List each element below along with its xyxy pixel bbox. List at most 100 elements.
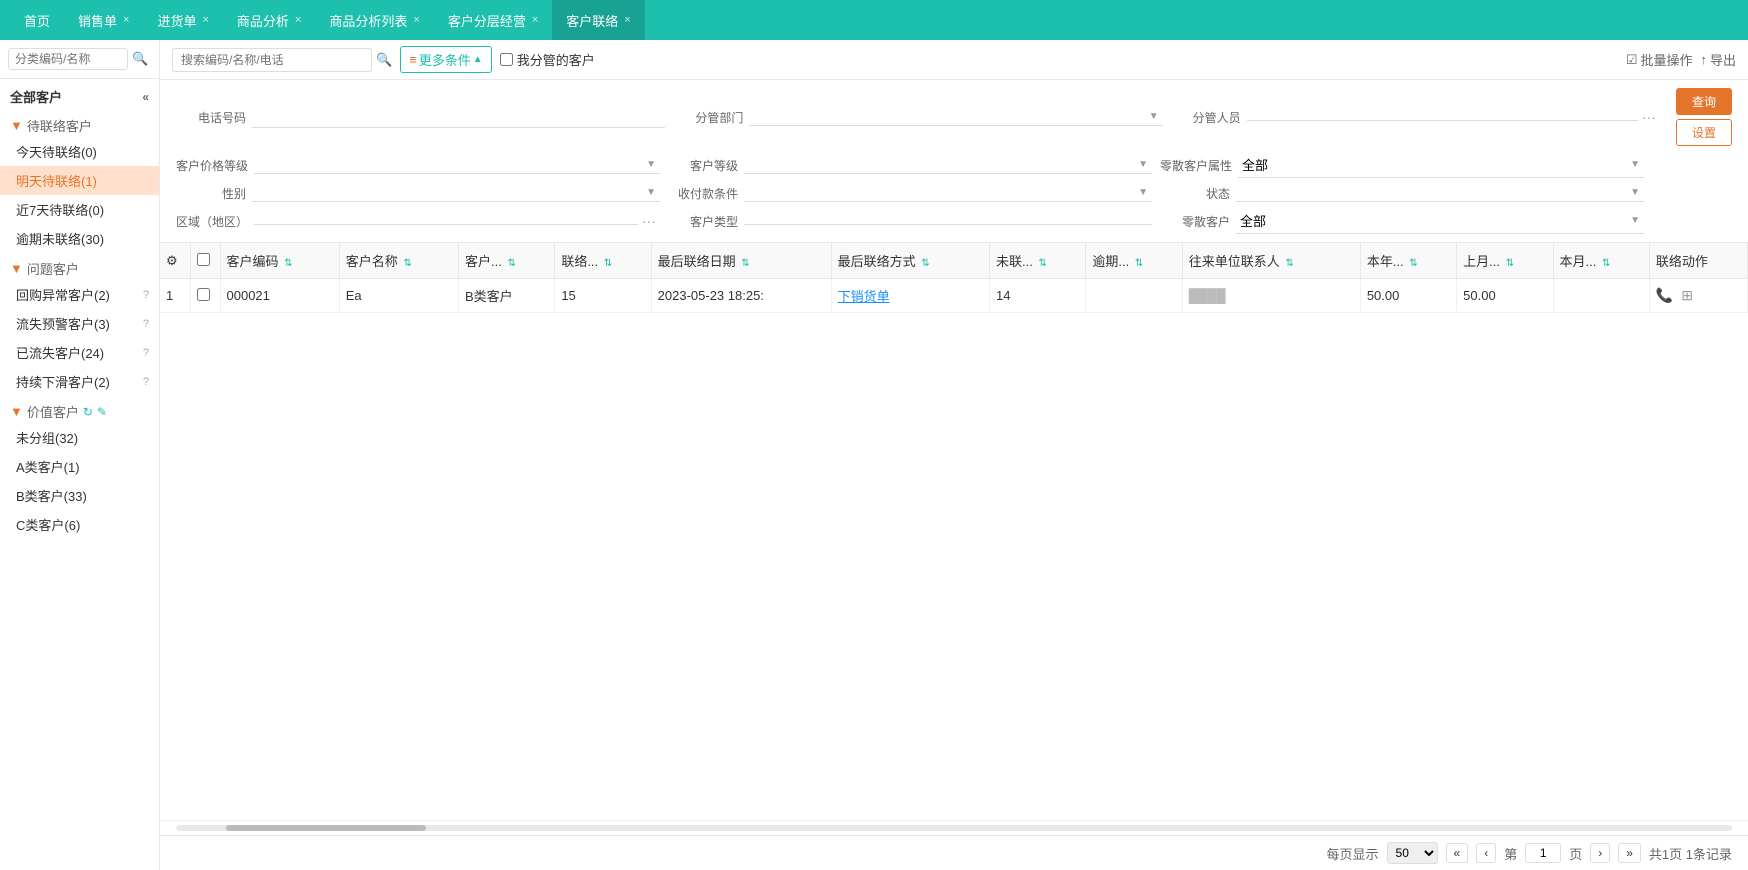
help-icon-repurchase[interactable]: ? — [143, 289, 149, 301]
filter-retail-customer: 零散客户 全部▼ — [1160, 208, 1644, 234]
col-name[interactable]: 客户名称 ⇅ — [339, 243, 458, 279]
row-name[interactable]: Ea — [339, 279, 458, 313]
row-last-method[interactable]: 下销货单 — [831, 279, 989, 313]
sort-contact[interactable]: ⇅ — [604, 258, 612, 269]
last-page-btn[interactable]: » — [1618, 843, 1641, 863]
col-no-contact[interactable]: 未联... ⇅ — [990, 243, 1086, 279]
customer-type-select[interactable] — [744, 218, 1152, 225]
customer-level-select[interactable]: ▼ — [744, 156, 1152, 174]
sort-code[interactable]: ⇅ — [284, 258, 292, 269]
nav-customer-segmentation[interactable]: 客户分层经营 × — [434, 0, 552, 40]
nav-sales[interactable]: 销售单 × — [64, 0, 143, 40]
my-customers-checkbox[interactable]: 我分管的客户 — [500, 50, 595, 69]
dept-select[interactable]: ▼ — [749, 108, 1162, 126]
nav-product-analysis-list-close[interactable]: × — [413, 14, 419, 26]
sidebar-search-input[interactable] — [8, 48, 128, 70]
nav-product-analysis-close[interactable]: × — [295, 14, 301, 26]
manager-select[interactable] — [1247, 114, 1638, 121]
help-icon-lost[interactable]: ? — [143, 347, 149, 359]
settings-button[interactable]: 设置 — [1676, 119, 1732, 146]
col-customer-type[interactable]: 客户... ⇅ — [458, 243, 554, 279]
nav-customer-segmentation-close[interactable]: × — [532, 14, 538, 26]
sidebar-item-declining[interactable]: 持续下滑客户(2) ? — [0, 367, 159, 396]
search-input[interactable] — [172, 48, 372, 72]
data-table-container: ⚙ 客户编码 ⇅ 客户名称 ⇅ 客户... ⇅ — [160, 243, 1748, 820]
sort-year[interactable]: ⇅ — [1409, 258, 1417, 269]
query-button[interactable]: 查询 — [1676, 88, 1732, 115]
toolbar-search-button[interactable]: 🔍 — [376, 52, 392, 68]
nav-purchase[interactable]: 进货单 × — [143, 0, 222, 40]
sort-last-date[interactable]: ⇅ — [741, 258, 749, 269]
col-unit-contact[interactable]: 往来单位联系人 ⇅ — [1182, 243, 1360, 279]
phone-input[interactable] — [252, 107, 665, 128]
col-last-contact-date[interactable]: 最后联络日期 ⇅ — [651, 243, 831, 279]
sort-no-contact[interactable]: ⇅ — [1039, 258, 1047, 269]
col-this-year[interactable]: 本年... ⇅ — [1360, 243, 1456, 279]
region-select[interactable] — [254, 218, 638, 225]
nav-sales-close[interactable]: × — [123, 14, 129, 26]
row-checkbox[interactable] — [190, 279, 220, 313]
sort-last-method[interactable]: ⇅ — [921, 258, 929, 269]
col-last-month[interactable]: 上月... ⇅ — [1457, 243, 1553, 279]
sort-last-month[interactable]: ⇅ — [1506, 258, 1514, 269]
col-code[interactable]: 客户编码 ⇅ — [220, 243, 339, 279]
filter-actions: 查询 设置 — [1676, 88, 1732, 146]
col-last-contact-method[interactable]: 最后联络方式 ⇅ — [831, 243, 989, 279]
horizontal-scrollbar[interactable] — [176, 825, 1732, 831]
row-select[interactable] — [197, 288, 210, 301]
payment-select[interactable]: ▼ — [744, 184, 1152, 202]
sidebar-item-class-a[interactable]: A类客户(1) — [0, 452, 159, 481]
sidebar-item-7days[interactable]: 近7天待联络(0) — [0, 195, 159, 224]
sort-type[interactable]: ⇅ — [507, 258, 515, 269]
page-size-select[interactable]: 50 100 200 — [1387, 842, 1438, 864]
nav-purchase-close[interactable]: × — [202, 14, 208, 26]
col-settings[interactable]: ⚙ — [160, 243, 190, 279]
sidebar-item-overdue[interactable]: 逾期未联络(30) — [0, 224, 159, 253]
sidebar-item-class-b[interactable]: B类客户(33) — [0, 481, 159, 510]
status-select[interactable]: ▼ — [1236, 184, 1644, 202]
action-grid-icon[interactable]: ⊞ — [1681, 287, 1693, 304]
action-phone-icon[interactable]: 📞 — [1656, 287, 1673, 304]
scrollbar-thumb[interactable] — [226, 825, 426, 831]
nav-product-analysis-list[interactable]: 商品分析列表 × — [315, 0, 433, 40]
help-icon-declining[interactable]: ? — [143, 376, 149, 388]
sidebar-all-customers[interactable]: 全部客户 « — [0, 79, 159, 110]
nav-product-analysis[interactable]: 商品分析 × — [223, 0, 315, 40]
sidebar-item-class-c[interactable]: C类客户(6) — [0, 510, 159, 539]
my-customers-check[interactable] — [500, 53, 513, 66]
sort-unit[interactable]: ⇅ — [1285, 258, 1293, 269]
sort-this-month[interactable]: ⇅ — [1602, 258, 1610, 269]
retail-customer-select[interactable]: 全部▼ — [1236, 208, 1644, 234]
gender-select[interactable]: ▼ — [252, 184, 660, 202]
col-overdue[interactable]: 逾期... ⇅ — [1086, 243, 1182, 279]
sort-overdue[interactable]: ⇅ — [1135, 258, 1143, 269]
first-page-btn[interactable]: « — [1446, 843, 1469, 863]
region-ellipsis[interactable]: ··· — [638, 213, 660, 229]
help-icon-lost-warning[interactable]: ? — [143, 318, 149, 330]
nav-home[interactable]: 首页 — [10, 0, 64, 40]
page-number-input[interactable] — [1525, 843, 1561, 863]
export-btn[interactable]: ↑ 导出 — [1700, 50, 1736, 69]
sidebar-item-tomorrow[interactable]: 明天待联络(1) — [0, 166, 159, 195]
manager-ellipsis[interactable]: ··· — [1638, 109, 1660, 125]
next-page-btn[interactable]: › — [1590, 843, 1610, 863]
last-method-link[interactable]: 下销货单 — [838, 289, 890, 304]
sidebar-item-repurchase-abnormal[interactable]: 回购异常客户(2) ? — [0, 280, 159, 309]
price-level-select[interactable]: ▼ — [254, 156, 660, 174]
sidebar-item-lost[interactable]: 已流失客户(24) ? — [0, 338, 159, 367]
sidebar-item-today[interactable]: 今天待联络(0) — [0, 137, 159, 166]
sidebar-item-lost-warning[interactable]: 流失预警客户(3) ? — [0, 309, 159, 338]
prev-page-btn[interactable]: ‹ — [1476, 843, 1496, 863]
select-all-checkbox[interactable] — [197, 253, 210, 266]
sidebar-search-icon[interactable]: 🔍 — [132, 51, 148, 67]
nav-customer-contact[interactable]: 客户联络 × — [552, 0, 644, 40]
more-conditions-btn[interactable]: ≡ 更多条件 ▲ — [400, 46, 492, 73]
retail-attr-select[interactable]: 全部▼ — [1238, 152, 1644, 178]
sidebar-item-ungrouped[interactable]: 未分组(32) — [0, 423, 159, 452]
col-this-month[interactable]: 本月... ⇅ — [1553, 243, 1649, 279]
batch-operation-btn[interactable]: ☑ 批量操作 — [1626, 50, 1693, 69]
col-contact-count[interactable]: 联络... ⇅ — [555, 243, 651, 279]
nav-customer-contact-close[interactable]: × — [624, 14, 630, 26]
col-checkbox[interactable] — [190, 243, 220, 279]
sort-name[interactable]: ⇅ — [403, 258, 411, 269]
